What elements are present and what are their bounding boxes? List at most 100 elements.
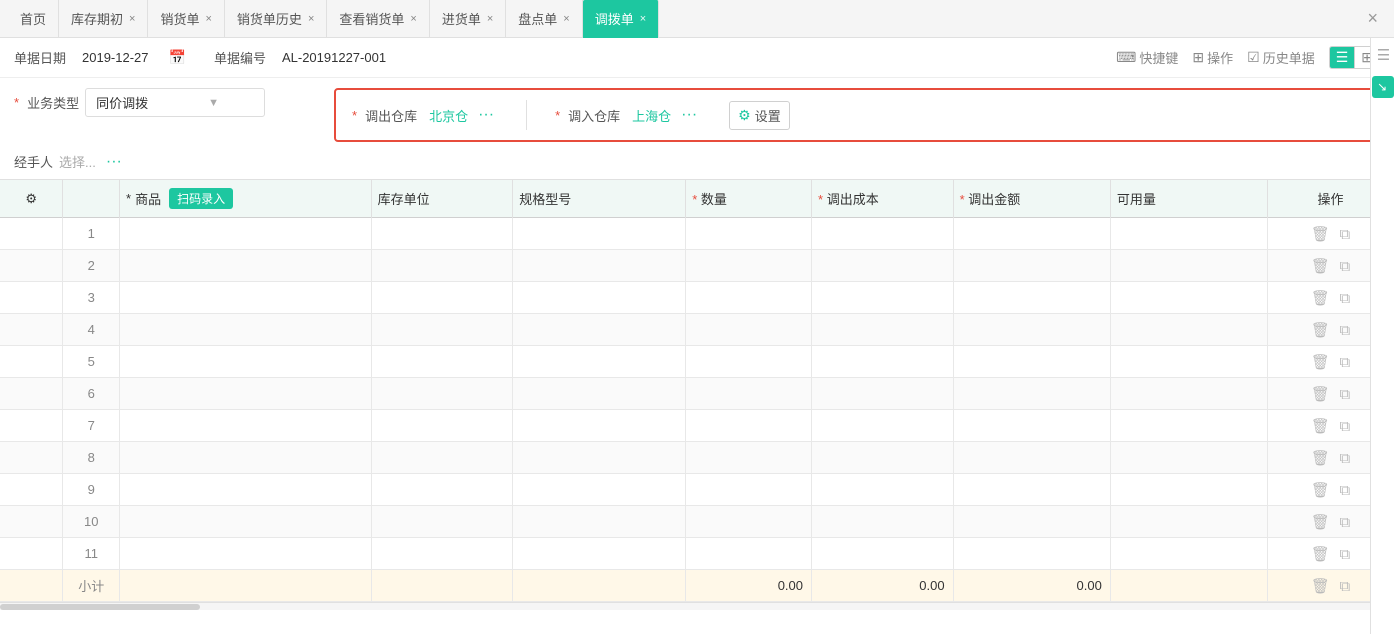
row-available-cell[interactable] bbox=[1110, 282, 1267, 314]
row-qty-cell[interactable] bbox=[686, 250, 812, 282]
tab-sales-history-close[interactable]: × bbox=[308, 13, 314, 25]
row-amount-cell[interactable] bbox=[953, 250, 1110, 282]
row-product-cell[interactable] bbox=[120, 218, 372, 250]
row-amount-cell[interactable] bbox=[953, 506, 1110, 538]
delete-icon[interactable]: 🗑 bbox=[1311, 418, 1330, 435]
row-unit-cell[interactable] bbox=[371, 218, 513, 250]
row-amount-cell[interactable] bbox=[953, 474, 1110, 506]
row-product-cell[interactable] bbox=[120, 282, 372, 314]
row-amount-cell[interactable] bbox=[953, 218, 1110, 250]
row-available-cell[interactable] bbox=[1110, 378, 1267, 410]
row-cost-cell[interactable] bbox=[812, 474, 954, 506]
row-product-cell[interactable] bbox=[120, 250, 372, 282]
row-cost-cell[interactable] bbox=[812, 218, 954, 250]
row-available-cell[interactable] bbox=[1110, 506, 1267, 538]
row-qty-cell[interactable] bbox=[686, 538, 812, 570]
row-available-cell[interactable] bbox=[1110, 314, 1267, 346]
delete-icon[interactable]: 🗑 bbox=[1311, 450, 1330, 467]
row-product-cell[interactable] bbox=[120, 410, 372, 442]
row-amount-cell[interactable] bbox=[953, 314, 1110, 346]
delete-icon[interactable]: 🗑 bbox=[1311, 482, 1330, 499]
row-available-cell[interactable] bbox=[1110, 346, 1267, 378]
row-spec-cell[interactable] bbox=[513, 250, 686, 282]
row-amount-cell[interactable] bbox=[953, 282, 1110, 314]
row-unit-cell[interactable] bbox=[371, 538, 513, 570]
copy-icon[interactable]: ⧉ bbox=[1340, 322, 1351, 339]
history-btn[interactable]: ☑ 历史单据 bbox=[1247, 48, 1315, 67]
operator-select[interactable]: 选择... bbox=[59, 152, 96, 171]
row-available-cell[interactable] bbox=[1110, 474, 1267, 506]
row-spec-cell[interactable] bbox=[513, 538, 686, 570]
row-unit-cell[interactable] bbox=[371, 378, 513, 410]
row-amount-cell[interactable] bbox=[953, 346, 1110, 378]
row-cost-cell[interactable] bbox=[812, 250, 954, 282]
row-amount-cell[interactable] bbox=[953, 442, 1110, 474]
copy-icon[interactable]: ⧉ bbox=[1340, 418, 1351, 435]
business-type-dropdown[interactable]: 同价调拨 ▼ bbox=[85, 88, 265, 117]
delete-icon[interactable]: 🗑 bbox=[1311, 354, 1330, 371]
tab-inventory-check-close[interactable]: × bbox=[563, 13, 569, 25]
row-qty-cell[interactable] bbox=[686, 474, 812, 506]
tab-inventory-init[interactable]: 库存期初 × bbox=[59, 0, 148, 38]
row-unit-cell[interactable] bbox=[371, 250, 513, 282]
row-cost-cell[interactable] bbox=[812, 282, 954, 314]
row-available-cell[interactable] bbox=[1110, 442, 1267, 474]
row-spec-cell[interactable] bbox=[513, 282, 686, 314]
tab-transfer-order-close[interactable]: × bbox=[640, 13, 646, 25]
subtotal-delete-icon[interactable]: 🗑 bbox=[1311, 578, 1330, 595]
row-qty-cell[interactable] bbox=[686, 218, 812, 250]
copy-icon[interactable]: ⧉ bbox=[1340, 258, 1351, 275]
copy-icon[interactable]: ⧉ bbox=[1340, 546, 1351, 563]
operator-more-btn[interactable]: ··· bbox=[102, 153, 126, 171]
shortcut-btn[interactable]: ⌨ 快捷键 bbox=[1116, 48, 1178, 67]
delete-icon[interactable]: 🗑 bbox=[1311, 546, 1330, 563]
row-product-cell[interactable] bbox=[120, 506, 372, 538]
tab-inventory-check[interactable]: 盘点单 × bbox=[506, 0, 582, 38]
horizontal-scrollbar[interactable] bbox=[0, 602, 1394, 610]
row-cost-cell[interactable] bbox=[812, 378, 954, 410]
row-product-cell[interactable] bbox=[120, 378, 372, 410]
tab-purchase-order[interactable]: 进货单 × bbox=[430, 0, 506, 38]
row-product-cell[interactable] bbox=[120, 474, 372, 506]
subtotal-copy-icon[interactable]: ⧉ bbox=[1340, 578, 1351, 595]
row-available-cell[interactable] bbox=[1110, 250, 1267, 282]
row-spec-cell[interactable] bbox=[513, 314, 686, 346]
gear-col-header[interactable]: ⚙ bbox=[0, 180, 63, 218]
row-qty-cell[interactable] bbox=[686, 442, 812, 474]
delete-icon[interactable]: 🗑 bbox=[1311, 322, 1330, 339]
row-unit-cell[interactable] bbox=[371, 442, 513, 474]
tab-sales-history[interactable]: 销货单历史 × bbox=[225, 0, 327, 38]
copy-icon[interactable]: ⧉ bbox=[1340, 386, 1351, 403]
row-spec-cell[interactable] bbox=[513, 474, 686, 506]
row-unit-cell[interactable] bbox=[371, 314, 513, 346]
row-cost-cell[interactable] bbox=[812, 538, 954, 570]
delete-icon[interactable]: 🗑 bbox=[1311, 386, 1330, 403]
row-qty-cell[interactable] bbox=[686, 346, 812, 378]
row-qty-cell[interactable] bbox=[686, 506, 812, 538]
row-spec-cell[interactable] bbox=[513, 442, 686, 474]
row-available-cell[interactable] bbox=[1110, 410, 1267, 442]
scan-barcode-btn[interactable]: 扫码录入 bbox=[169, 188, 233, 209]
sidebar-export-btn[interactable]: ↗ bbox=[1372, 76, 1394, 98]
tab-inventory-init-close[interactable]: × bbox=[129, 13, 135, 25]
row-cost-cell[interactable] bbox=[812, 314, 954, 346]
row-unit-cell[interactable] bbox=[371, 506, 513, 538]
view-list-btn[interactable]: ☰ bbox=[1330, 47, 1356, 68]
out-warehouse-more-btn[interactable]: ··· bbox=[474, 106, 498, 124]
row-qty-cell[interactable] bbox=[686, 314, 812, 346]
row-qty-cell[interactable] bbox=[686, 282, 812, 314]
sidebar-list-icon[interactable]: ☰ bbox=[1374, 46, 1392, 64]
row-qty-cell[interactable] bbox=[686, 410, 812, 442]
tab-transfer-order[interactable]: 调拨单 × bbox=[583, 0, 659, 38]
in-warehouse-more-btn[interactable]: ··· bbox=[677, 106, 701, 124]
copy-icon[interactable]: ⧉ bbox=[1340, 226, 1351, 243]
tab-sales-order-close[interactable]: × bbox=[205, 13, 211, 25]
operation-btn[interactable]: ⊞ 操作 bbox=[1192, 48, 1233, 67]
tab-purchase-order-close[interactable]: × bbox=[487, 13, 493, 25]
row-unit-cell[interactable] bbox=[371, 282, 513, 314]
scrollbar-thumb[interactable] bbox=[0, 604, 200, 610]
copy-icon[interactable]: ⧉ bbox=[1340, 482, 1351, 499]
row-product-cell[interactable] bbox=[120, 442, 372, 474]
row-spec-cell[interactable] bbox=[513, 346, 686, 378]
row-product-cell[interactable] bbox=[120, 538, 372, 570]
